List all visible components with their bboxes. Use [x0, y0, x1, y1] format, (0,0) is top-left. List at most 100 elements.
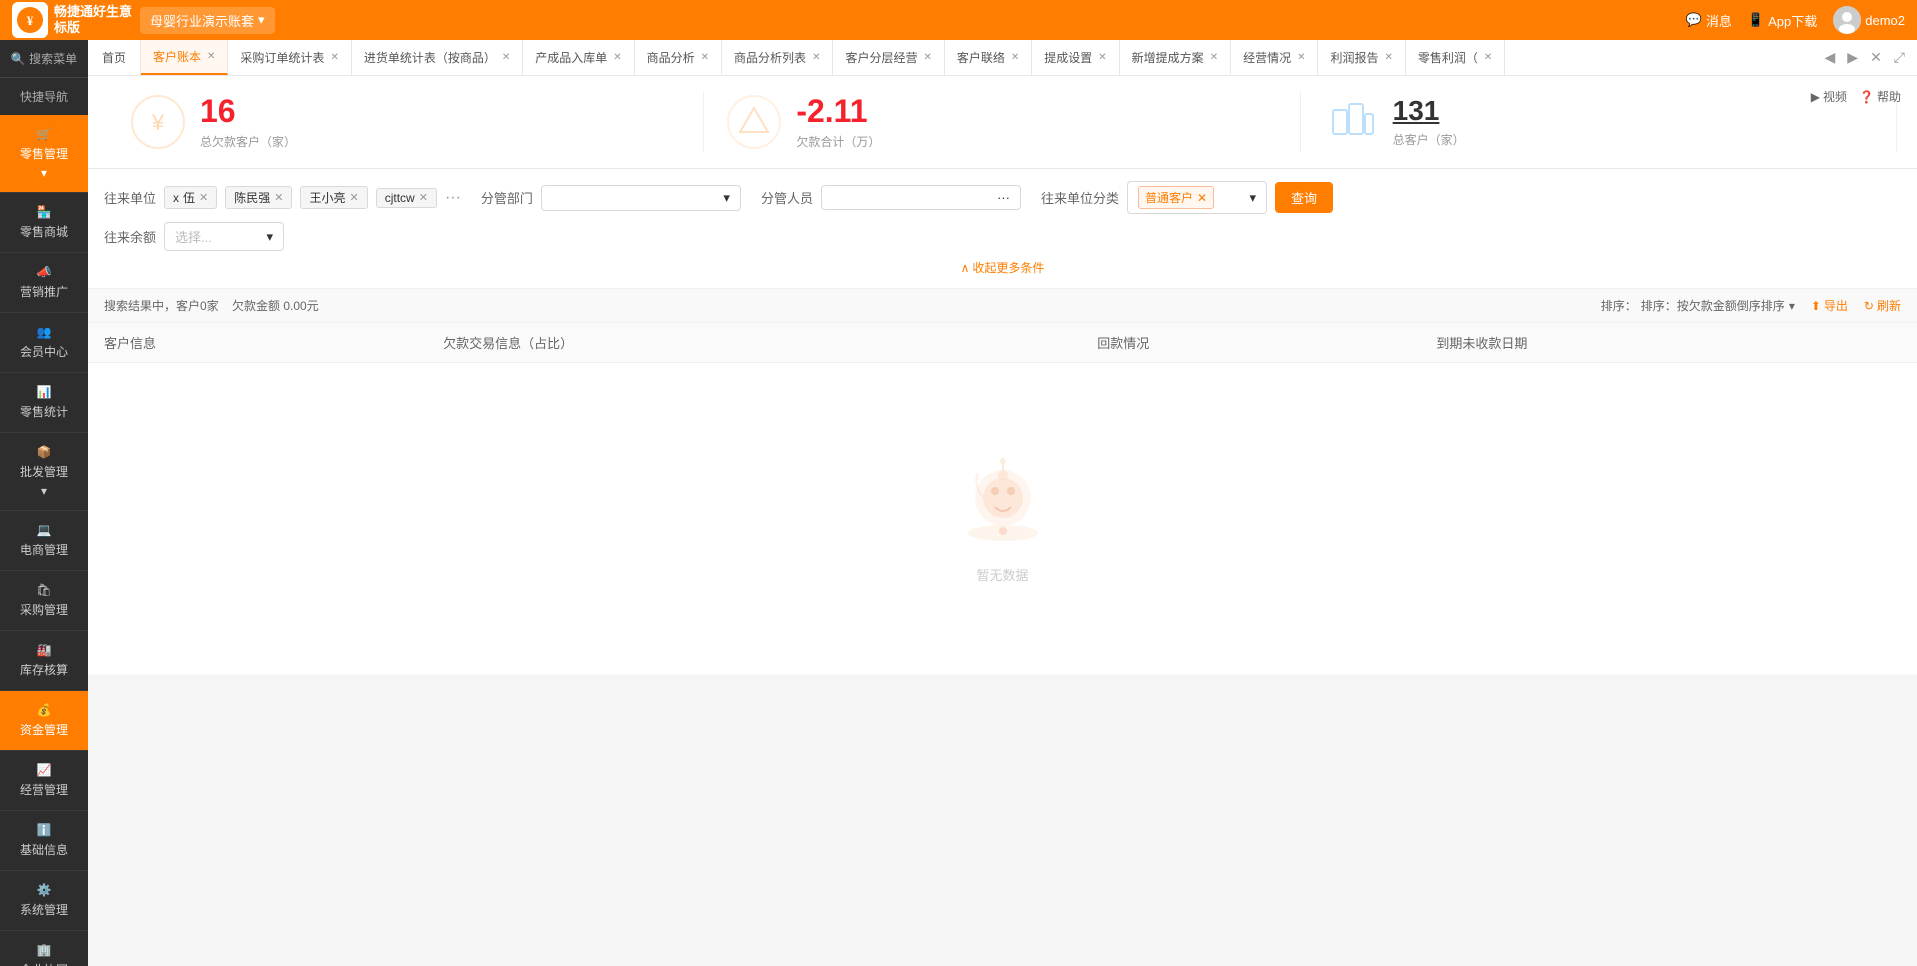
filter-tag-close-3[interactable]: ✕ [419, 191, 428, 204]
tab-close-10[interactable]: ✕ [1297, 52, 1305, 63]
export-btn[interactable]: ⬆ 导出 [1811, 297, 1848, 314]
tab-purchase-order-stats[interactable]: 采购订单统计表 ✕ [228, 40, 351, 75]
sidebar-item-retail-mall[interactable]: 🏪 零售商城 [0, 193, 88, 253]
dropdown-icon: ▾ [258, 12, 265, 28]
page-content: ¥ 16 总欠款客户（家） [88, 76, 1917, 966]
sidebar-item-members[interactable]: 👥 会员中心 [0, 313, 88, 373]
tab-close-6[interactable]: ✕ [923, 52, 931, 63]
sort-dropdown-icon: ▾ [1789, 299, 1795, 313]
sidebar-item-finance[interactable]: 💰 资金管理 [0, 691, 88, 751]
help-btn[interactable]: ❓ 帮助 [1859, 88, 1901, 105]
remain-select[interactable]: 选择... ▾ [164, 222, 284, 251]
tab-close-5[interactable]: ✕ [812, 52, 820, 63]
tab-product-analysis[interactable]: 商品分析 ✕ [635, 40, 722, 75]
tab-add-commission-plan[interactable]: 新增提成方案 ✕ [1120, 40, 1231, 75]
dept-select[interactable]: ▾ [541, 185, 741, 211]
retail-stats-icon: 📊 [37, 385, 52, 399]
sidebar-item-retail-stats[interactable]: 📊 零售统计 [0, 373, 88, 433]
tab-product-analysis-list[interactable]: 商品分析列表 ✕ [722, 40, 833, 75]
tab-close-8[interactable]: ✕ [1098, 52, 1106, 63]
filter-tag-wang: 王小亮 ✕ [300, 186, 367, 209]
tab-close-7[interactable]: ✕ [1011, 52, 1019, 63]
filter-tag-unit-area: x 伍 ✕ [164, 186, 217, 209]
tab-business-status[interactable]: 经营情况 ✕ [1231, 40, 1318, 75]
filter-tag-close-2[interactable]: ✕ [350, 191, 359, 204]
logo-icon: ¥ [12, 2, 48, 38]
remain-dropdown-icon: ▾ [266, 229, 273, 245]
retail-mgmt-icon: 🛒 [37, 127, 52, 141]
stats-row: ¥ 16 总欠款客户（家） [88, 76, 1917, 169]
unit-type-tag-close[interactable]: ✕ [1197, 191, 1207, 205]
collapse-btn[interactable]: ∧ 收起更多条件 [961, 259, 1045, 276]
customers-icon: ¥ [128, 92, 188, 152]
tab-retail-profit[interactable]: 零售利润（ ✕ [1406, 40, 1505, 75]
sidebar-item-purchase-mgmt[interactable]: 🛍 采购管理 [0, 571, 88, 631]
sidebar-quick-nav[interactable]: 快捷导航 [0, 78, 88, 115]
sidebar-item-business-mgmt[interactable]: 📈 经营管理 [0, 751, 88, 811]
filter-more-btn[interactable]: ··· [445, 189, 461, 207]
stat-label-3: 总客户（家） [1393, 131, 1465, 148]
result-summary: 搜索结果中，客户0家 欠款金额 0.00元 [104, 297, 319, 314]
tab-close-3[interactable]: ✕ [613, 52, 621, 63]
person-select[interactable]: ··· [821, 185, 1021, 210]
empty-icon [953, 453, 1053, 553]
tab-close-0[interactable]: ✕ [207, 51, 215, 62]
tab-purchase-stats-product[interactable]: 进货单统计表（按商品） ✕ [352, 40, 523, 75]
filter-tag-close-0[interactable]: ✕ [199, 191, 208, 204]
tab-close-9[interactable]: ✕ [1210, 52, 1218, 63]
tab-maximize[interactable]: ⤢ [1890, 47, 1909, 68]
stat-label-1: 总欠款客户（家） [200, 133, 296, 150]
sidebar-item-inventory[interactable]: 🏭 库存核算 [0, 631, 88, 691]
avatar [1833, 6, 1861, 34]
sidebar-item-marketing[interactable]: 📣 营销推广 [0, 253, 88, 313]
app-download-btn[interactable]: 📱 App下载 [1748, 11, 1817, 30]
tab-scroll-right[interactable]: ▶ [1843, 47, 1862, 68]
video-btn[interactable]: ▶ 视频 [1811, 88, 1847, 105]
sidebar-item-retail-mgmt[interactable]: 🛒 零售管理 ▾ [0, 115, 88, 193]
tab-commission-settings[interactable]: 提成设置 ✕ [1032, 40, 1119, 75]
tab-customer-ledger[interactable]: 客户账本 ✕ [141, 40, 228, 75]
refresh-btn[interactable]: ↻ 刷新 [1864, 297, 1901, 314]
sidebar-item-system-mgmt[interactable]: ⚙️ 系统管理 [0, 871, 88, 931]
ecommerce-icon: 💻 [37, 523, 52, 537]
sidebar-search[interactable]: 🔍 搜索菜单 [0, 40, 88, 78]
tab-home[interactable]: 首页 [88, 40, 141, 75]
tab-close-11[interactable]: ✕ [1385, 52, 1393, 63]
result-bar: 搜索结果中，客户0家 欠款金额 0.00元 排序： 排序：按欠款金额倒序排序 ▾… [88, 289, 1917, 323]
tab-close-12[interactable]: ✕ [1484, 52, 1492, 63]
store-select[interactable]: 母婴行业演示账套 ▾ [140, 7, 275, 34]
message-btn[interactable]: 💬 消息 [1686, 11, 1732, 30]
enterprise-icon: 🏢 [37, 943, 52, 957]
search-button[interactable]: 查询 [1275, 182, 1333, 213]
sidebar-item-wholesale-mgmt[interactable]: 📦 批发管理 ▾ [0, 433, 88, 511]
tab-close-2[interactable]: ✕ [502, 52, 510, 63]
sidebar-item-enterprise[interactable]: 🏢 企业协同 [0, 931, 88, 966]
finance-icon: 💰 [37, 703, 52, 717]
tab-customer-contact[interactable]: 客户联络 ✕ [945, 40, 1032, 75]
tab-profit-report[interactable]: 利润报告 ✕ [1318, 40, 1405, 75]
refresh-icon: ↻ [1864, 299, 1874, 313]
help-icon: ❓ [1859, 90, 1874, 104]
unit-type-select[interactable]: 普通客户 ✕ ▾ [1127, 181, 1267, 214]
person-more-btn[interactable]: ··· [997, 190, 1010, 205]
tab-close-1[interactable]: ✕ [330, 52, 338, 63]
members-icon: 👥 [37, 325, 52, 339]
logo-line2: 标版 [54, 20, 132, 36]
filter-row-2: 往来余额 选择... ▾ [104, 222, 1901, 251]
sidebar-item-ecommerce[interactable]: 💻 电商管理 [0, 511, 88, 571]
top-bar: ¥ 畅捷通好生意 标版 母婴行业演示账套 ▾ 💬 消息 📱 App下载 [0, 0, 1917, 40]
filter-tag-close-1[interactable]: ✕ [274, 191, 283, 204]
col-header-debt-info: 欠款交易信息（占比） [427, 323, 1081, 363]
tab-close-all[interactable]: ✕ [1866, 47, 1886, 68]
username: demo2 [1865, 13, 1905, 28]
sidebar-item-basic-info[interactable]: ℹ️ 基础信息 [0, 811, 88, 871]
tab-close-4[interactable]: ✕ [701, 52, 709, 63]
tab-product-instock[interactable]: 产成品入库单 ✕ [523, 40, 634, 75]
user-menu[interactable]: demo2 [1833, 6, 1905, 34]
unit-type-selected-tag: 普通客户 ✕ [1138, 186, 1214, 209]
sort-select[interactable]: 排序： 排序：按欠款金额倒序排序 ▾ [1601, 297, 1795, 314]
tab-customer-layer[interactable]: 客户分层经营 ✕ [833, 40, 944, 75]
stat-total-customers: 131 [1393, 96, 1465, 127]
tab-scroll-left[interactable]: ◀ [1821, 47, 1840, 68]
stat-block-customers: ¥ 16 总欠款客户（家） [108, 92, 704, 152]
